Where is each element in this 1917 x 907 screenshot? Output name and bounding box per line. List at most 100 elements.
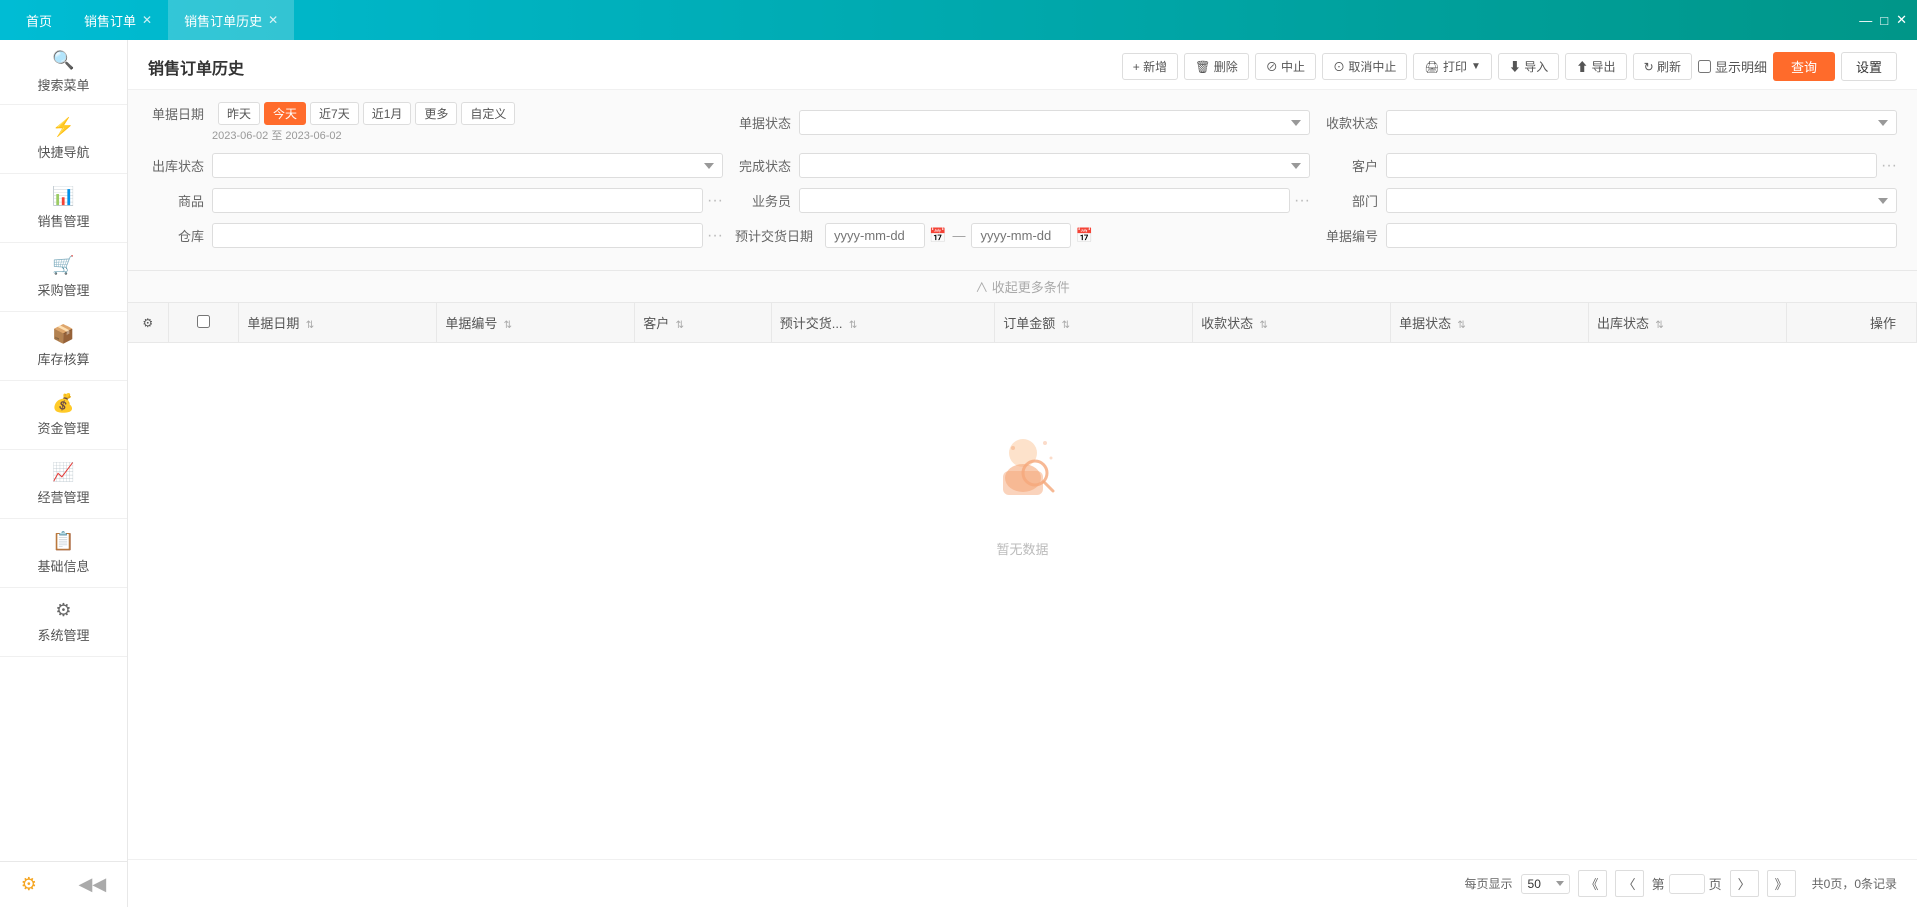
delivery-date-group: 📅 — 📅	[825, 223, 1310, 248]
th-delivery-label: 预计交货...	[780, 316, 843, 331]
sidebar-item-finance[interactable]: 💰 资金管理	[0, 381, 127, 450]
salesperson-label: 业务员	[735, 191, 791, 210]
th-date: 单据日期 ⇅	[239, 303, 437, 343]
filter-warehouse-cell: 仓库 ···	[148, 223, 723, 248]
tab-home[interactable]: 首页	[10, 0, 68, 40]
new-button[interactable]: + 新增	[1122, 53, 1178, 80]
page-size-label: 每页显示	[1465, 875, 1513, 892]
prev-page-button[interactable]: 〈	[1615, 870, 1644, 897]
page-header: 销售订单历史 + 新增 🗑 删除 ⊘ 中止 ⊙ 取消中止 🖨 打印 ⬇ 导入 ⬆…	[128, 40, 1917, 90]
maximize-icon[interactable]: □	[1880, 13, 1888, 28]
date-btn-more[interactable]: 更多	[415, 102, 457, 125]
sidebar-item-system[interactable]: ⚙ 系统管理	[0, 588, 127, 657]
display-toggle-label: 显示明细	[1715, 57, 1767, 76]
filter-status-cell: 单据状态	[735, 110, 1310, 135]
date-btn-yesterday[interactable]: 昨天	[218, 102, 260, 125]
stop-button[interactable]: ⊘ 中止	[1255, 53, 1316, 80]
order-no-input[interactable]	[1386, 223, 1897, 248]
th-settings[interactable]: ⚙	[128, 303, 168, 343]
th-action: 操作	[1786, 303, 1916, 343]
filter-complete-cell: 完成状态	[735, 153, 1310, 178]
th-checkbox[interactable]	[168, 303, 239, 343]
calendar-start-icon[interactable]: 📅	[929, 227, 946, 244]
purchase-icon: 🛒	[52, 255, 74, 276]
delete-button[interactable]: 🗑 删除	[1184, 53, 1249, 80]
sidebar-item-basic-info[interactable]: 📋 基础信息	[0, 519, 127, 588]
th-delivery-sort[interactable]: ⇅	[849, 320, 857, 331]
close-window-icon[interactable]: ✕	[1896, 12, 1907, 28]
search-menu-icon: 🔍	[52, 50, 74, 71]
tab-sales-order[interactable]: 销售订单 ✕	[68, 0, 168, 40]
goods-dots[interactable]: ···	[707, 192, 723, 210]
complete-select[interactable]	[799, 153, 1310, 178]
collapse-bar[interactable]: ∧ 收起更多条件	[128, 271, 1917, 303]
stockout-select[interactable]	[212, 153, 723, 178]
query-button[interactable]: 查询	[1773, 52, 1835, 81]
tab-sales-order-close[interactable]: ✕	[142, 13, 152, 27]
delivery-label: 预计交货日期	[735, 226, 813, 245]
data-table: ⚙ 单据日期 ⇅ 单据编号 ⇅ 客户	[128, 303, 1917, 343]
export-button[interactable]: ⬆ 导出	[1565, 53, 1626, 80]
th-stock-status: 出库状态 ⇅	[1588, 303, 1786, 343]
th-customer-sort[interactable]: ⇅	[676, 320, 684, 331]
display-toggle-checkbox[interactable]	[1698, 60, 1711, 73]
refresh-button[interactable]: ↻ 刷新	[1633, 53, 1692, 80]
th-amount-sort[interactable]: ⇅	[1062, 320, 1070, 331]
date-btn-7days[interactable]: 近7天	[310, 102, 359, 125]
settings-button[interactable]: 设置	[1841, 52, 1897, 81]
salesperson-input[interactable]	[799, 188, 1290, 213]
page-number-input[interactable]: 1	[1669, 874, 1705, 894]
display-toggle[interactable]: 显示明细	[1698, 57, 1767, 76]
print-button[interactable]: 🖨 打印	[1413, 53, 1491, 80]
goods-input[interactable]	[212, 188, 703, 213]
status-select[interactable]	[799, 110, 1310, 135]
sidebar: 🔍 搜索菜单 ⚡ 快捷导航 📊 销售管理 🛒 采购管理 📦 库存核算 💰 资金管…	[0, 40, 128, 907]
customer-dots[interactable]: ···	[1881, 157, 1897, 175]
sidebar-item-operations[interactable]: 📈 经营管理	[0, 450, 127, 519]
sidebar-item-inventory[interactable]: 📦 库存核算	[0, 312, 127, 381]
delivery-end-input[interactable]	[971, 223, 1071, 248]
sidebar-item-search[interactable]: 🔍 搜索菜单	[0, 40, 127, 105]
system-icon: ⚙	[55, 600, 71, 621]
dept-label: 部门	[1322, 191, 1378, 210]
sidebar-item-purchase[interactable]: 🛒 采购管理	[0, 243, 127, 312]
th-stock-status-sort[interactable]: ⇅	[1655, 320, 1663, 331]
collapse-label: ∧ 收起更多条件	[975, 280, 1070, 295]
th-bill-status-sort[interactable]: ⇅	[1457, 320, 1465, 331]
tab-sales-history-close[interactable]: ✕	[268, 13, 278, 27]
date-btn-1month[interactable]: 近1月	[363, 102, 412, 125]
th-date-sort[interactable]: ⇅	[306, 320, 314, 331]
pay-status-select[interactable]	[1386, 110, 1897, 135]
tab-sales-history[interactable]: 销售订单历史 ✕	[168, 0, 294, 40]
th-pay-status-sort[interactable]: ⇅	[1260, 320, 1268, 331]
last-page-button[interactable]: 》	[1767, 870, 1796, 897]
sidebar-item-quick-nav[interactable]: ⚡ 快捷导航	[0, 105, 127, 174]
inventory-icon: 📦	[52, 324, 74, 345]
cancel-stop-button[interactable]: ⊙ 取消中止	[1322, 53, 1407, 80]
th-order-no: 单据编号 ⇅	[437, 303, 635, 343]
toolbar: + 新增 🗑 删除 ⊘ 中止 ⊙ 取消中止 🖨 打印 ⬇ 导入 ⬆ 导出 ↻ 刷…	[1122, 52, 1897, 81]
next-page-button[interactable]: 〉	[1730, 870, 1759, 897]
date-btn-custom[interactable]: 自定义	[461, 102, 515, 125]
calendar-end-icon[interactable]: 📅	[1075, 227, 1092, 244]
filter-goods-cell: 商品 ···	[148, 188, 723, 213]
customer-input[interactable]	[1386, 153, 1877, 178]
first-page-button[interactable]: 《	[1578, 870, 1607, 897]
dept-select[interactable]	[1386, 188, 1897, 213]
sidebar-item-sales[interactable]: 📊 销售管理	[0, 174, 127, 243]
page-size-select[interactable]: 10 20 50 100	[1521, 874, 1570, 894]
warehouse-input[interactable]	[212, 223, 703, 248]
warehouse-dots[interactable]: ···	[707, 227, 723, 245]
minimize-icon[interactable]: —	[1859, 13, 1872, 28]
th-amount: 订单金额 ⇅	[995, 303, 1193, 343]
select-all-checkbox[interactable]	[197, 315, 210, 328]
sidebar-settings-icon[interactable]: ⚙	[21, 874, 37, 895]
date-btn-today[interactable]: 今天	[264, 102, 306, 125]
table-area: ⚙ 单据日期 ⇅ 单据编号 ⇅ 客户	[128, 303, 1917, 859]
import-button[interactable]: ⬇ 导入	[1498, 53, 1559, 80]
salesperson-dots[interactable]: ···	[1294, 192, 1310, 210]
delivery-start-input[interactable]	[825, 223, 925, 248]
th-order-no-sort[interactable]: ⇅	[504, 320, 512, 331]
sidebar-collapse-icon[interactable]: ◀◀	[79, 874, 107, 895]
filter-row-2: 出库状态 完成状态 客户 ···	[148, 153, 1897, 178]
